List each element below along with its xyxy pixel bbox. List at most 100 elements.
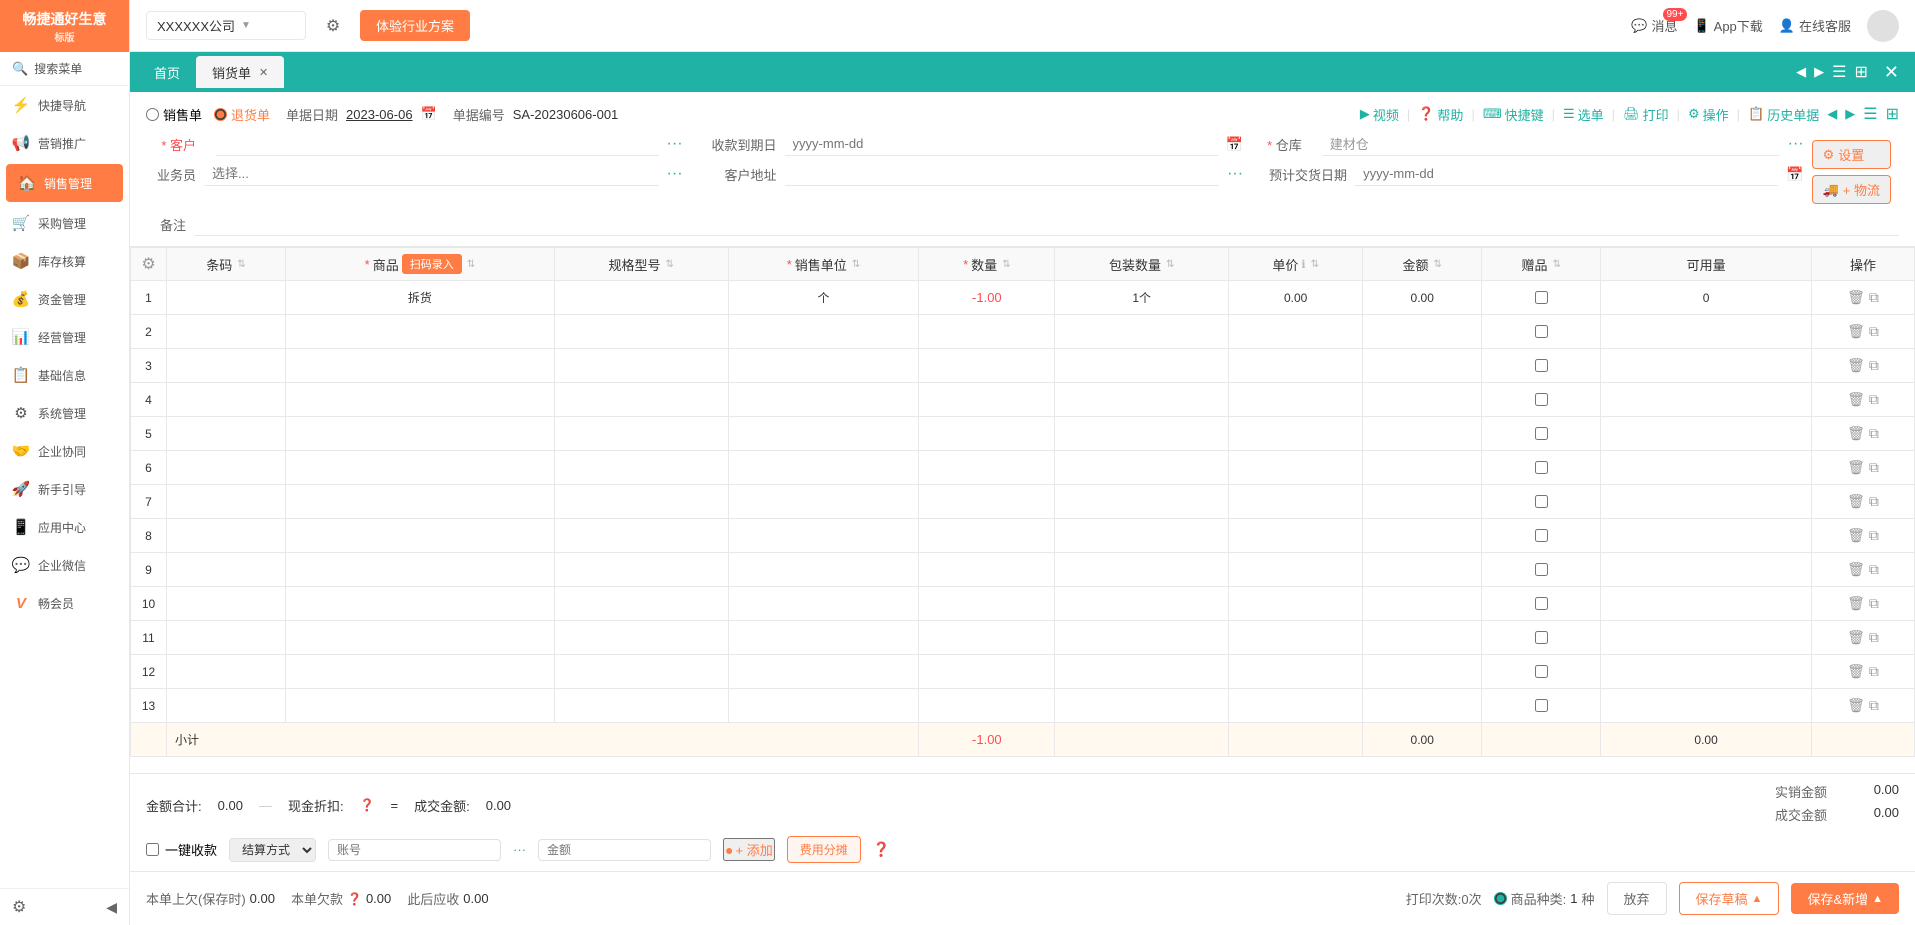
add-button[interactable]: ● + 添加	[723, 838, 775, 861]
copy-icon[interactable]: ⧉	[1869, 595, 1879, 612]
one-click-pay-checkbox[interactable]	[146, 843, 159, 856]
delete-icon[interactable]: 🗑	[1847, 697, 1865, 714]
gift-checkbox[interactable]	[1535, 291, 1548, 304]
total-receivable-info[interactable]: ❓	[347, 892, 362, 906]
copy-icon[interactable]: ⧉	[1869, 527, 1879, 544]
avatar[interactable]	[1867, 10, 1899, 42]
calendar-icon[interactable]: 📅	[421, 106, 437, 122]
return-order-radio[interactable]: 退货单	[214, 105, 270, 124]
delete-icon[interactable]: 🗑	[1847, 323, 1865, 340]
warehouse-dots-icon[interactable]: ···	[1788, 135, 1804, 153]
sidebar-item-app-center[interactable]: 📱 应用中心	[0, 508, 129, 546]
product-sort-icon[interactable]: ⇅	[467, 259, 475, 270]
copy-icon[interactable]: ⧉	[1869, 663, 1879, 680]
barcode-cell[interactable]	[167, 281, 286, 315]
online-service-item[interactable]: 👤 在线客服	[1779, 16, 1851, 35]
delete-icon[interactable]: 🗑	[1847, 289, 1865, 306]
gift-checkbox[interactable]	[1535, 597, 1548, 610]
sales-order-radio[interactable]: 销售单	[146, 105, 202, 124]
price-sort-icon[interactable]: ⇅	[1311, 259, 1319, 270]
gift-checkbox[interactable]	[1535, 563, 1548, 576]
settings-icon[interactable]: ⚙	[12, 897, 26, 917]
delete-icon[interactable]: 🗑	[1847, 561, 1865, 578]
sidebar-item-quick-nav[interactable]: ⚡ 快捷导航	[0, 86, 129, 124]
nav-next-icon[interactable]: ▶	[1814, 64, 1824, 80]
shortcut-action[interactable]: ⌨ 快捷键	[1483, 105, 1544, 124]
sidebar-item-inventory[interactable]: 📦 库存核算	[0, 242, 129, 280]
copy-icon[interactable]: ⧉	[1869, 323, 1879, 340]
gift-checkbox[interactable]	[1535, 359, 1548, 372]
pack-sort-icon[interactable]: ⇅	[1166, 259, 1174, 270]
sidebar-item-basic-info[interactable]: 📋 基础信息	[0, 356, 129, 394]
warehouse-input[interactable]	[1322, 132, 1780, 156]
gift-checkbox[interactable]	[1535, 427, 1548, 440]
nav-next-doc-icon[interactable]: ▶	[1845, 106, 1855, 122]
sidebar-item-cooperation[interactable]: 🤝 企业协同	[0, 432, 129, 470]
gift-checkbox[interactable]	[1535, 699, 1548, 712]
copy-icon[interactable]: ⧉	[1869, 425, 1879, 442]
nav-prev-icon[interactable]: ◀	[1796, 64, 1806, 80]
delete-icon[interactable]: 🗑	[1847, 663, 1865, 680]
sidebar-item-marketing[interactable]: 📢 营销推广	[0, 124, 129, 162]
discount-info-icon[interactable]: ❓	[360, 798, 375, 812]
pack-qty-cell[interactable]: 1个	[1055, 281, 1229, 315]
settings-button[interactable]: ⚙ 设置	[1812, 140, 1891, 169]
delete-icon[interactable]: 🗑	[1847, 493, 1865, 510]
help-icon[interactable]: ❓	[873, 841, 890, 858]
customer-input[interactable]	[216, 132, 659, 156]
delete-icon[interactable]: 🗑	[1847, 595, 1865, 612]
gift-checkbox[interactable]	[1535, 631, 1548, 644]
close-all-icon[interactable]: ✕	[1876, 62, 1907, 83]
copy-icon[interactable]: ⧉	[1869, 391, 1879, 408]
pay-amount-input[interactable]	[538, 839, 711, 861]
save-new-button[interactable]: 保存&新增 ▲	[1791, 883, 1899, 914]
sidebar-item-operation[interactable]: 📊 经营管理	[0, 318, 129, 356]
sidebar-item-guide[interactable]: 🚀 新手引导	[0, 470, 129, 508]
sidebar-item-wechat[interactable]: 💬 企业微信	[0, 546, 129, 584]
gift-checkbox[interactable]	[1535, 665, 1548, 678]
product-cell[interactable]: 拆货	[285, 281, 554, 315]
delete-icon[interactable]: 🗑	[1847, 629, 1865, 646]
list-view-icon[interactable]: ☰	[1832, 62, 1846, 82]
collapse-icon[interactable]: ◀	[106, 899, 117, 916]
gift-sort-icon[interactable]: ⇅	[1552, 259, 1560, 270]
barcode-sort-icon[interactable]: ⇅	[237, 259, 245, 270]
salesperson-dots-icon[interactable]: ···	[667, 165, 683, 183]
grid-view-icon[interactable]: ⊞	[1855, 62, 1868, 82]
spec-cell[interactable]	[554, 281, 728, 315]
nav-prev-doc-icon[interactable]: ◀	[1827, 106, 1837, 122]
spec-sort-icon[interactable]: ⇅	[665, 259, 673, 270]
address-dots-icon[interactable]: ···	[1227, 165, 1243, 183]
amount-sort-icon[interactable]: ⇅	[1434, 259, 1442, 270]
abandon-button[interactable]: 放弃	[1607, 882, 1667, 915]
sidebar-item-system[interactable]: ⚙ 系统管理	[0, 394, 129, 432]
scan-button[interactable]: 扫码录入	[402, 254, 462, 274]
unit-cell[interactable]: 个	[728, 281, 919, 315]
logistics-button[interactable]: 🚚 + 物流	[1812, 175, 1891, 204]
delete-icon[interactable]: 🗑	[1847, 459, 1865, 476]
gift-checkbox[interactable]	[1535, 393, 1548, 406]
sidebar-item-finance[interactable]: 💰 资金管理	[0, 280, 129, 318]
copy-icon[interactable]: ⧉	[1869, 357, 1879, 374]
delivery-calendar-icon[interactable]: 📅	[1786, 166, 1803, 183]
pay-account-input[interactable]	[328, 839, 501, 861]
delivery-input[interactable]	[1355, 162, 1778, 186]
operate-action[interactable]: ⚙ 操作	[1688, 105, 1729, 124]
customer-dots-icon[interactable]: ···	[667, 135, 683, 153]
delete-icon[interactable]: 🗑	[1847, 527, 1865, 544]
tab-close-icon[interactable]: ✕	[259, 66, 268, 79]
layout-grid-icon[interactable]: ⊞	[1886, 104, 1899, 124]
select-action[interactable]: ☰ 选单	[1563, 105, 1604, 124]
price-cell[interactable]: 0.00	[1229, 281, 1363, 315]
gift-checkbox[interactable]	[1535, 529, 1548, 542]
copy-icon[interactable]: ⧉	[1869, 697, 1879, 714]
copy-icon[interactable]: ⧉	[1869, 561, 1879, 578]
note-input[interactable]	[194, 212, 1899, 236]
settings-gear-icon[interactable]: ⚙	[318, 11, 348, 41]
layout-list-icon[interactable]: ☰	[1863, 104, 1877, 124]
expense-tab-button[interactable]: 费用分摊	[787, 836, 861, 863]
sidebar-item-sales[interactable]: 🏠 销售管理	[6, 164, 123, 202]
salesperson-input[interactable]	[204, 162, 659, 186]
help-action[interactable]: ❓ 帮助	[1418, 105, 1463, 124]
history-action[interactable]: 📋 历史单据	[1748, 105, 1819, 124]
